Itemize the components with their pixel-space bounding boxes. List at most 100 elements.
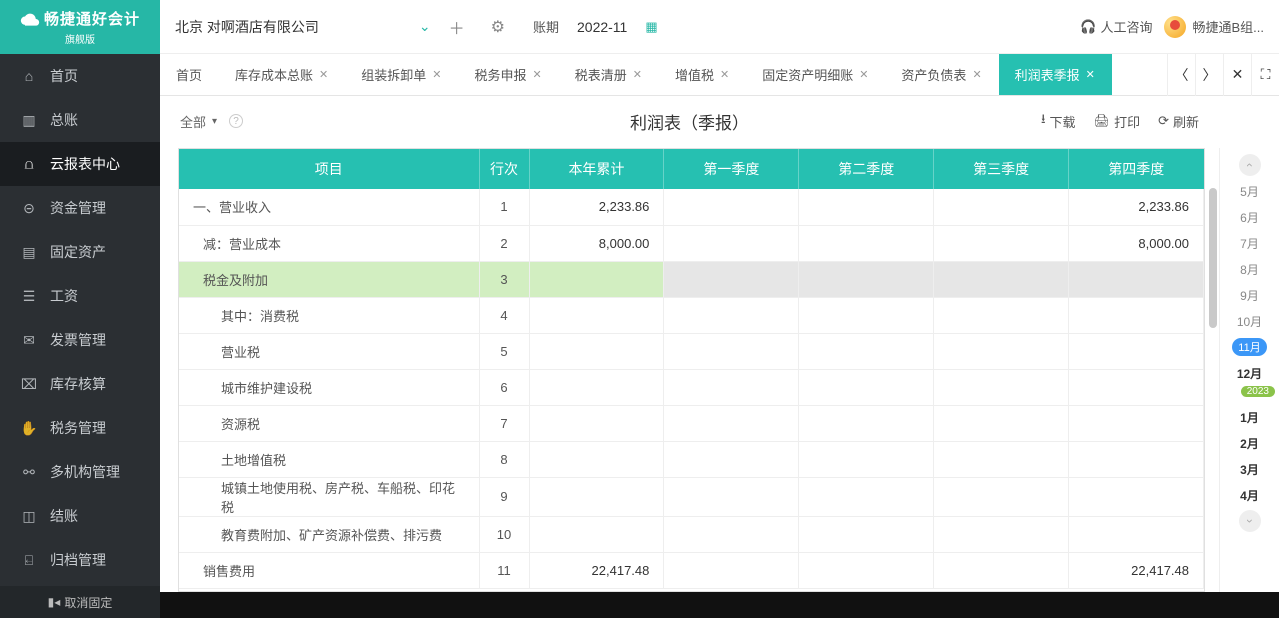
rail-scroll-up[interactable]: ‹: [1239, 154, 1261, 176]
tab-固定资产明细账[interactable]: 固定资产明细账✕: [746, 54, 885, 95]
value-cell: [1069, 297, 1204, 333]
table-row[interactable]: 销售费用1122,417.4822,417.48: [179, 552, 1204, 588]
close-icon[interactable]: ✕: [972, 68, 981, 81]
company-dropdown-icon[interactable]: ⌄: [419, 18, 431, 35]
tab-首页[interactable]: 首页: [160, 54, 219, 95]
rail-month[interactable]: 5月: [1220, 178, 1279, 204]
company-name[interactable]: 北京 对啊酒店有限公司: [175, 17, 319, 37]
table-row[interactable]: 教育费附加、矿产资源补偿费、排污费10: [179, 516, 1204, 552]
value-cell: [529, 297, 664, 333]
tab-资产负债表[interactable]: 资产负债表✕: [885, 54, 998, 95]
column-header: 第三季度: [934, 149, 1069, 189]
value-cell: [934, 405, 1069, 441]
sidebar-item-stock[interactable]: ⌧库存核算: [0, 362, 160, 406]
tab-税务申报[interactable]: 税务申报✕: [458, 54, 558, 95]
sidebar-item-fund[interactable]: ⊝资金管理: [0, 186, 160, 230]
sidebar-item-ledger[interactable]: ▥总账: [0, 98, 160, 142]
rail-month[interactable]: 4月: [1220, 482, 1279, 508]
value-cell: [799, 405, 934, 441]
item-cell: 其中：消费税: [179, 297, 479, 333]
value-cell: 2,233.86: [1069, 189, 1204, 225]
sidebar-item-label: 工资: [50, 286, 78, 306]
tabs-prev-button[interactable]: 〈: [1167, 54, 1195, 96]
close-icon[interactable]: ✕: [859, 68, 868, 81]
value-cell: [529, 516, 664, 552]
print-button[interactable]: 🖨 打印: [1094, 112, 1141, 131]
value-cell: [799, 552, 934, 588]
value-cell: [934, 552, 1069, 588]
add-icon[interactable]: ＋: [449, 15, 465, 39]
stock-icon: ⌧: [20, 375, 38, 393]
sidebar-item-invoice[interactable]: ✉发票管理: [0, 318, 160, 362]
close-icon[interactable]: ✕: [319, 68, 328, 81]
value-cell: [529, 405, 664, 441]
rownum-cell: 10: [479, 516, 529, 552]
value-cell: [799, 477, 934, 516]
filter-dropdown[interactable]: 全部 ▾ ?: [180, 112, 243, 131]
table-row[interactable]: 土地增值税8: [179, 441, 1204, 477]
tabs-controls: 〈 〉 ✕ ⛶: [1167, 54, 1279, 95]
tab-利润表季报[interactable]: 利润表季报✕: [999, 54, 1112, 95]
table-row[interactable]: 减：营业成本28,000.008,000.00: [179, 225, 1204, 261]
value-cell: [799, 225, 934, 261]
rail-month[interactable]: 3月: [1220, 456, 1279, 482]
tab-库存成本总账[interactable]: 库存成本总账 ✕: [219, 54, 345, 95]
close-icon[interactable]: ✕: [432, 68, 441, 81]
rail-scroll-down[interactable]: ›: [1239, 510, 1261, 532]
sidebar-item-salary[interactable]: ☰工资: [0, 274, 160, 318]
rownum-cell: 8: [479, 441, 529, 477]
rail-month[interactable]: 7月: [1220, 230, 1279, 256]
support-link[interactable]: 🎧 人工咨询: [1080, 17, 1152, 36]
tabs-fullscreen-button[interactable]: ⛶: [1251, 54, 1279, 96]
sidebar-item-home[interactable]: ⌂首页: [0, 54, 160, 98]
tabs-close-button[interactable]: ✕: [1223, 54, 1251, 96]
sidebar-unpin-button[interactable]: ▮◂取消固定: [0, 586, 160, 618]
table-row[interactable]: 营业税5: [179, 333, 1204, 369]
sidebar-item-org[interactable]: ⚯多机构管理: [0, 450, 160, 494]
period-value[interactable]: 2022-11: [577, 19, 627, 35]
value-cell: [799, 516, 934, 552]
close-icon[interactable]: ✕: [1086, 68, 1095, 81]
value-cell: [1069, 516, 1204, 552]
table-row[interactable]: 税金及附加3: [179, 261, 1204, 297]
tab-增值税[interactable]: 增值税✕: [659, 54, 746, 95]
sidebar-item-close[interactable]: ◫结账: [0, 494, 160, 538]
info-icon[interactable]: ?: [229, 114, 243, 128]
rail-month[interactable]: 6月: [1220, 204, 1279, 230]
tab-label: 库存成本总账: [235, 65, 313, 84]
rail-month[interactable]: 8月: [1220, 256, 1279, 282]
refresh-button[interactable]: ⟳ 刷新: [1158, 112, 1199, 131]
download-button[interactable]: ⭳ 下载: [1041, 110, 1076, 132]
sidebar-item-report[interactable]: ⩍云报表中心: [0, 142, 160, 186]
rail-month-current[interactable]: 11月: [1220, 334, 1279, 360]
table-row[interactable]: 一、营业收入12,233.862,233.86: [179, 189, 1204, 225]
gear-icon[interactable]: ⚙: [491, 17, 505, 37]
value-cell: [664, 333, 799, 369]
tab-组装拆卸单[interactable]: 组装拆卸单✕: [345, 54, 458, 95]
tabs-next-button[interactable]: 〉: [1195, 54, 1223, 96]
user-menu[interactable]: 畅捷通B组...: [1164, 16, 1264, 38]
vertical-scrollbar[interactable]: [1209, 188, 1217, 328]
table-row[interactable]: 其中：消费税4: [179, 297, 1204, 333]
value-cell: [934, 516, 1069, 552]
sidebar-item-label: 归档管理: [50, 550, 106, 570]
rail-month[interactable]: 12月: [1220, 360, 1279, 386]
value-cell: [799, 333, 934, 369]
rail-month[interactable]: 9月: [1220, 282, 1279, 308]
tab-税表清册[interactable]: 税表清册✕: [559, 54, 659, 95]
calendar-icon[interactable]: ▦: [645, 19, 657, 35]
rail-month[interactable]: 1月: [1220, 404, 1279, 430]
table-row[interactable]: 城镇土地使用税、房产税、车船税、印花税9: [179, 477, 1204, 516]
rail-month[interactable]: 10月: [1220, 308, 1279, 334]
sidebar-item-tax[interactable]: ✋税务管理: [0, 406, 160, 450]
close-icon[interactable]: ✕: [533, 68, 542, 81]
print-label: 打印: [1114, 112, 1140, 131]
close-icon[interactable]: ✕: [633, 68, 642, 81]
rail-month[interactable]: 2月: [1220, 430, 1279, 456]
table-row[interactable]: 城市维护建设税6: [179, 369, 1204, 405]
table-row[interactable]: 资源税7: [179, 405, 1204, 441]
close-icon[interactable]: ✕: [720, 68, 729, 81]
sidebar-item-asset[interactable]: ▤固定资产: [0, 230, 160, 274]
sidebar-item-archive[interactable]: ⍇归档管理: [0, 538, 160, 582]
invoice-icon: ✉: [20, 331, 38, 349]
